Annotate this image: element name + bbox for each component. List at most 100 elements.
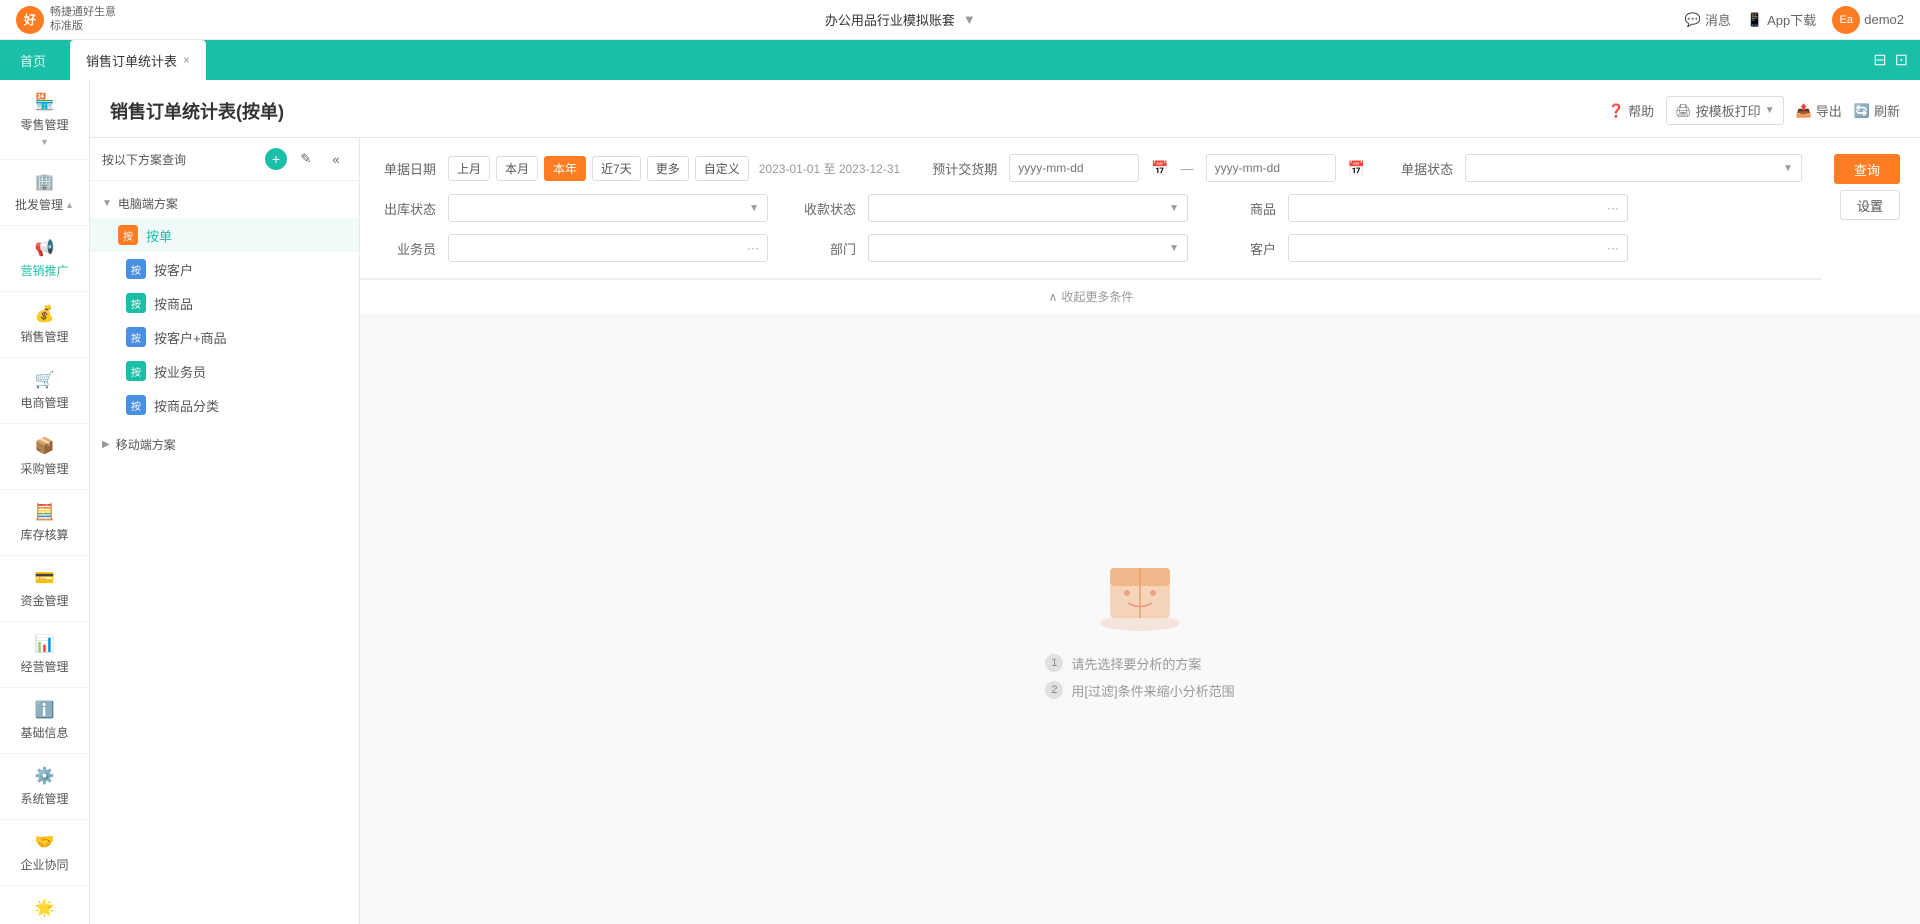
pay-status-select[interactable]: ▼	[868, 194, 1188, 222]
pc-group-header[interactable]: ▼ 电脑端方案	[90, 189, 359, 218]
sidebar-item-ecommerce[interactable]: 🛒 电商管理	[0, 358, 89, 424]
ecommerce-icon: 🛒	[35, 370, 55, 390]
help-btn[interactable]: ❓ 帮助	[1608, 101, 1654, 120]
settings-btn[interactable]: 设置	[1840, 190, 1900, 220]
pay-status-arrow-icon: ▼	[1169, 203, 1179, 214]
filter-row-1: 单据日期 上月 本月 本年 近7天 更多 自定义 2023-01-01 至 20…	[380, 154, 1802, 182]
export-icon: 📤	[1796, 103, 1812, 119]
sidebar-item-purchase[interactable]: 📦 采购管理	[0, 424, 89, 490]
doc-status-label: 单据状态	[1397, 159, 1453, 178]
customer-more-icon[interactable]: ···	[1607, 241, 1619, 255]
top-bar-center: 办公用品行业模拟账套 ▼	[825, 10, 976, 29]
sidebar-item-system-label: 系统管理	[20, 790, 68, 807]
print-btn[interactable]: 🖨 按模板打印 ▼	[1666, 96, 1783, 125]
sidebar-item-sales[interactable]: 💰 销售管理	[0, 292, 89, 358]
goods-more-icon[interactable]: ···	[1607, 201, 1619, 215]
retail-icon: 🏪	[35, 92, 55, 112]
company-dropdown-icon[interactable]: ▼	[963, 12, 976, 27]
collapse-icon: ∧	[1049, 290, 1058, 304]
date-btn-custom[interactable]: 自定义	[695, 156, 749, 181]
sidebar-item-basic[interactable]: ℹ️ 基础信息	[0, 688, 89, 754]
scheme-item-按商品[interactable]: 按 按商品	[90, 286, 359, 320]
sidebar-item-retail-label: 零售管理	[20, 116, 68, 133]
system-icon: ⚙️	[35, 766, 55, 786]
scheme-icon-按客户商品: 按	[126, 327, 146, 347]
scheme-icon-按业务员: 按	[126, 361, 146, 381]
sidebar-item-finance-label: 资金管理	[20, 592, 68, 609]
refresh-btn[interactable]: 🔄 刷新	[1854, 101, 1900, 120]
tab-close-btn[interactable]: ×	[183, 53, 190, 67]
scheme-item-按单[interactable]: 按 按单	[90, 218, 359, 252]
export-btn[interactable]: 📤 导出	[1796, 101, 1842, 120]
goods-select[interactable]: ···	[1288, 194, 1628, 222]
content-body: 按以下方案查询 + ✎ « ▼ 电脑端方案 按 按单	[90, 138, 1920, 924]
mobile-group-label: 移动端方案	[116, 436, 176, 453]
sidebar-item-system[interactable]: ⚙️ 系统管理	[0, 754, 89, 820]
help-icon: ❓	[1608, 103, 1624, 119]
sidebar-item-inventory[interactable]: 🧮 库存核算	[0, 490, 89, 556]
scheme-item-按业务员[interactable]: 按 按业务员	[90, 354, 359, 388]
tip-text-1: 请先选择要分析的方案	[1071, 654, 1201, 673]
out-status-label: 出库状态	[380, 199, 436, 218]
marketing-icon: 📢	[35, 238, 55, 258]
app-download-btn[interactable]: 📱 App下载	[1747, 10, 1816, 29]
tab-active[interactable]: 销售订单统计表 ×	[70, 40, 206, 80]
scheme-icon-按单: 按	[118, 225, 138, 245]
tab-home[interactable]: 首页	[0, 40, 66, 80]
date-btn-more[interactable]: 更多	[647, 156, 689, 181]
scheme-label-按客户商品: 按客户+商品	[154, 328, 227, 347]
date-btn-7days[interactable]: 近7天	[592, 156, 641, 181]
date-btn-last-month[interactable]: 上月	[448, 156, 490, 181]
out-status-select[interactable]: ▼	[448, 194, 768, 222]
edit-scheme-btn[interactable]: ✎	[295, 148, 317, 170]
operation-icon: 📊	[35, 634, 55, 654]
collapse-bar[interactable]: ∧ 收起更多条件	[360, 279, 1822, 313]
scheme-icon-按客户: 按	[126, 259, 146, 279]
user-area[interactable]: Ea demo2	[1832, 6, 1904, 34]
scheme-section-pc: ▼ 电脑端方案 按 按单 按 按客户 按	[90, 181, 359, 430]
scheme-item-按客户商品[interactable]: 按 按客户+商品	[90, 320, 359, 354]
message-btn[interactable]: 💬 消息	[1685, 10, 1731, 29]
retail-arrow-icon: ▼	[40, 137, 49, 147]
tab-minimize-btn[interactable]: ⊟	[1873, 50, 1886, 70]
wholesale-arrow-icon: ▲	[65, 200, 74, 210]
filter-row-2: 出库状态 ▼ 收款状态 ▼ 商品	[380, 194, 1802, 222]
scheme-item-按客户[interactable]: 按 按客户	[90, 252, 359, 286]
date-btn-this-year[interactable]: 本年	[544, 156, 586, 181]
sidebar-item-basic-label: 基础信息	[20, 724, 68, 741]
tab-maximize-btn[interactable]: ⊡	[1895, 50, 1908, 70]
customer-select[interactable]: ···	[1288, 234, 1628, 262]
sidebar-item-operation[interactable]: 📊 经营管理	[0, 622, 89, 688]
collapse-panel-btn[interactable]: «	[325, 148, 347, 170]
customer-label: 客户	[1220, 239, 1276, 258]
cal-from-icon[interactable]: 📅	[1151, 160, 1168, 177]
dept-select[interactable]: ▼	[868, 234, 1188, 262]
sidebar-item-marketing[interactable]: 📢 营销推广	[0, 226, 89, 292]
out-status-arrow-icon: ▼	[749, 203, 759, 214]
mobile-group-header[interactable]: ▶ 移动端方案	[90, 430, 359, 459]
cal-to-icon[interactable]: 📅	[1348, 160, 1365, 177]
expected-date-label: 预计交货期	[932, 159, 997, 178]
sidebar-item-finance[interactable]: 💳 资金管理	[0, 556, 89, 622]
finance-icon: 💳	[35, 568, 55, 588]
empty-illustration	[1080, 538, 1200, 638]
query-btn[interactable]: 查询	[1834, 154, 1900, 184]
sidebar-item-enterprise[interactable]: 🤝 企业协同	[0, 820, 89, 886]
sidebar-item-wholesale[interactable]: 🏢 批发管理 ▲	[0, 160, 89, 226]
sidebar-item-purchase-label: 采购管理	[20, 460, 68, 477]
date-btn-group: 上月 本月 本年 近7天 更多 自定义 2023-01-01 至 2023-12…	[448, 156, 900, 181]
empty-tips: 1 请先选择要分析的方案 2 用[过滤]条件来缩小分析范围	[1045, 654, 1234, 700]
sidebar-item-newbie[interactable]: 🌟 新手引导	[0, 886, 89, 924]
salesman-more-icon[interactable]: ···	[747, 241, 759, 255]
expected-date-to-input[interactable]	[1206, 154, 1336, 182]
date-btn-this-month[interactable]: 本月	[496, 156, 538, 181]
add-scheme-btn[interactable]: +	[265, 148, 287, 170]
empty-tip-2: 2 用[过滤]条件来缩小分析范围	[1045, 681, 1234, 700]
scheme-item-按商品分类[interactable]: 按 按商品分类	[90, 388, 359, 422]
top-bar: 好 畅捷通好生意 标准版 办公用品行业模拟账套 ▼ 💬 消息 📱 App下载 E…	[0, 0, 1920, 40]
sidebar-item-inventory-label: 库存核算	[20, 526, 68, 543]
salesman-select[interactable]: ···	[448, 234, 768, 262]
expected-date-from-input[interactable]	[1009, 154, 1139, 182]
doc-status-select[interactable]: ▼	[1465, 154, 1802, 182]
sidebar-item-retail[interactable]: 🏪 零售管理 ▼	[0, 80, 89, 160]
